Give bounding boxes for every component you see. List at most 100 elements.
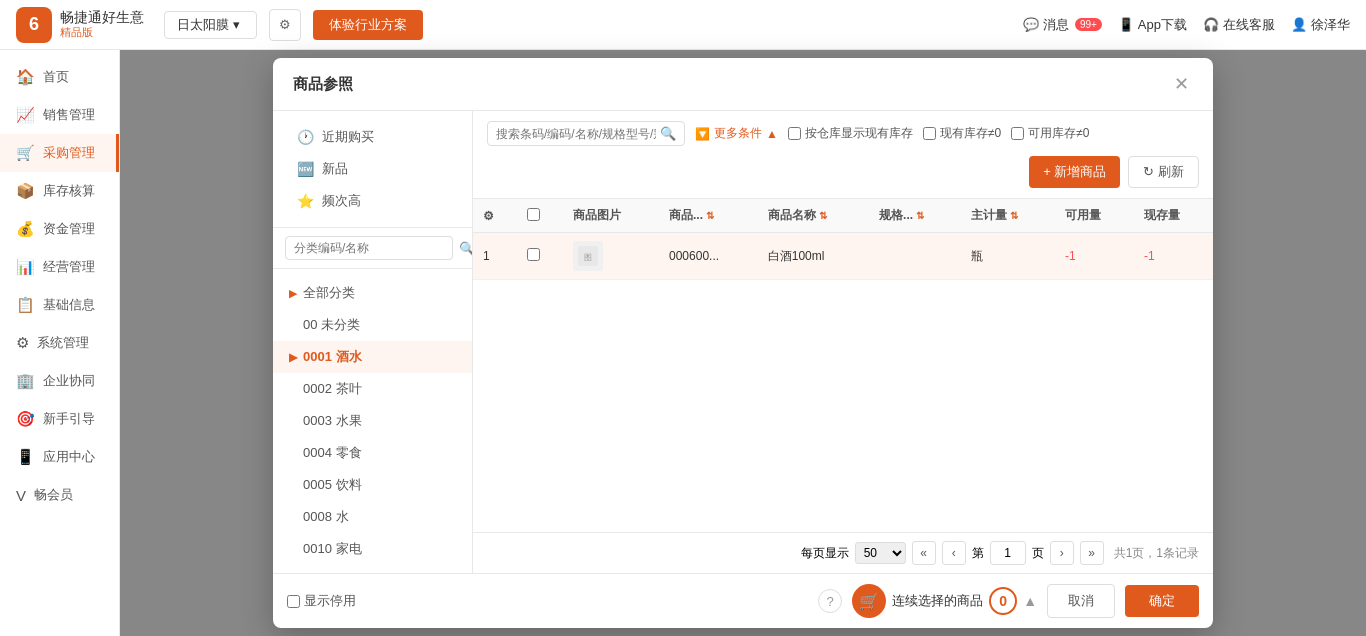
inventory-ne0-checkbox-label[interactable]: 现有库存≠0 (923, 125, 1001, 142)
modal-footer: 显示停用 ? 🛒 连续选择的商品 0 ▲ 取消 确定 (273, 573, 1213, 628)
cancel-button[interactable]: 取消 (1047, 584, 1115, 618)
cat-arrow-active: ▶ (289, 351, 297, 364)
try-industry-button[interactable]: 体验行业方案 (313, 10, 423, 40)
col-spec: 规格...⇅ (869, 199, 961, 233)
sidebar-item-guide[interactable]: 🎯 新手引导 (0, 400, 119, 438)
sales-icon: 📈 (16, 106, 35, 124)
sidebar-item-purchase[interactable]: 🛒 采购管理 (0, 134, 119, 172)
confirm-button[interactable]: 确定 (1125, 585, 1199, 617)
warehouse-display-checkbox-label[interactable]: 按仓库显示现有库存 (788, 125, 913, 142)
settings-button[interactable]: ⚙ (269, 9, 301, 41)
row-checkbox[interactable] (527, 248, 540, 261)
prev-page-button[interactable]: ‹ (942, 541, 966, 565)
sidebar-item-home[interactable]: 🏠 首页 (0, 58, 119, 96)
sidebar-item-enterprise[interactable]: 🏢 企业协同 (0, 362, 119, 400)
sidebar-item-inventory[interactable]: 📦 库存核算 (0, 172, 119, 210)
show-disabled-checkbox[interactable] (287, 595, 300, 608)
sidebar-label: 经营管理 (43, 258, 95, 276)
cat-item-00[interactable]: 00 未分类 (273, 309, 472, 341)
add-product-button[interactable]: + 新增商品 (1029, 156, 1120, 188)
sidebar-item-basic-info[interactable]: 📋 基础信息 (0, 286, 119, 324)
refresh-button[interactable]: ↻ 刷新 (1128, 156, 1199, 188)
category-search-input[interactable] (285, 236, 453, 260)
modal-close-button[interactable]: ✕ (1169, 72, 1193, 96)
cat-arrow: ▶ (289, 287, 297, 300)
cat-item-0010[interactable]: 0010 家电 (273, 533, 472, 565)
select-all-checkbox[interactable] (527, 208, 540, 221)
app-download-nav-item[interactable]: 📱 App下载 (1118, 16, 1187, 34)
sidebar-label: 系统管理 (37, 334, 89, 352)
usable-ne0-checkbox-label[interactable]: 可用库存≠0 (1011, 125, 1089, 142)
collapse-up-icon[interactable]: ▲ (1023, 593, 1037, 609)
col-available: 可用量 (1055, 199, 1134, 233)
pagination: 每页显示 50 10 20 100 « ‹ 第 页 › » (473, 532, 1213, 573)
sidebar-item-operation[interactable]: 📊 经营管理 (0, 248, 119, 286)
cat-item-0001[interactable]: ▶ 0001 酒水 (273, 341, 472, 373)
warehouse-display-checkbox[interactable] (788, 127, 801, 140)
tab-high-frequency[interactable]: ⭐ 频次高 (285, 185, 460, 217)
message-nav-item[interactable]: 💬 消息 99+ (1023, 16, 1102, 34)
star-icon: ⭐ (297, 193, 314, 209)
finance-icon: 💰 (16, 220, 35, 238)
logo-area: 6 畅捷通好生意 精品版 (16, 7, 144, 43)
tab-recent-purchase[interactable]: 🕐 近期购买 (285, 121, 460, 153)
show-disabled-label[interactable]: 显示停用 (287, 592, 356, 610)
message-badge: 99+ (1075, 18, 1102, 31)
sidebar-label: 企业协同 (43, 372, 95, 390)
cat-item-0003[interactable]: 0003 水果 (273, 405, 472, 437)
system-icon: ⚙ (16, 334, 29, 352)
sidebar-label: 资金管理 (43, 220, 95, 238)
cell-name: 白酒100ml (758, 233, 869, 280)
app-center-icon: 📱 (16, 448, 35, 466)
sidebar-label: 库存核算 (43, 182, 95, 200)
online-service-nav-item[interactable]: 🎧 在线客服 (1203, 16, 1275, 34)
product-search-input[interactable] (496, 127, 656, 141)
continuous-select-label: 连续选择的商品 (892, 592, 983, 610)
page-number-input[interactable] (990, 541, 1026, 565)
sidebar-item-finance[interactable]: 💰 资金管理 (0, 210, 119, 248)
sidebar-item-member[interactable]: V 畅会员 (0, 476, 119, 514)
gear-icon: ⚙ (279, 17, 291, 32)
last-page-button[interactable]: » (1080, 541, 1104, 565)
search-icon[interactable]: 🔍 (660, 126, 676, 141)
sidebar-item-sales[interactable]: 📈 销售管理 (0, 96, 119, 134)
user-menu[interactable]: 👤 徐泽华 (1291, 16, 1350, 34)
purchase-icon: 🛒 (16, 144, 35, 162)
toolbar-right: + 新增商品 ↻ 刷新 (1029, 156, 1199, 188)
modal-body: 🕐 近期购买 🆕 新品 ⭐ 频次高 (273, 111, 1213, 573)
operation-icon: 📊 (16, 258, 35, 276)
cell-spec (869, 233, 961, 280)
first-page-button[interactable]: « (912, 541, 936, 565)
cell-checkbox[interactable] (517, 233, 564, 280)
col-name: 商品名称⇅ (758, 199, 869, 233)
cat-item-0008[interactable]: 0008 水 (273, 501, 472, 533)
col-checkbox[interactable] (517, 199, 564, 233)
cat-item-0004[interactable]: 0004 零食 (273, 437, 472, 469)
next-page-button[interactable]: › (1050, 541, 1074, 565)
inventory-ne0-checkbox[interactable] (923, 127, 936, 140)
top-nav: 6 畅捷通好生意 精品版 日太阳膜 ▾ ⚙ 体验行业方案 💬 消息 99+ 📱 … (0, 0, 1366, 50)
usable-ne0-checkbox[interactable] (1011, 127, 1024, 140)
category-list: ▶ 全部分类 00 未分类 ▶ 0001 酒水 0002 茶叶 (273, 269, 472, 573)
page-word: 第 (972, 545, 984, 562)
cat-item-0005[interactable]: 0005 饮料 (273, 469, 472, 501)
sidebar-label: 应用中心 (43, 448, 95, 466)
page-size-select[interactable]: 50 10 20 100 (855, 542, 906, 564)
sidebar-label: 采购管理 (43, 144, 95, 162)
cart-area: 🛒 连续选择的商品 0 ▲ (852, 584, 1037, 618)
col-gear[interactable]: ⚙ (473, 199, 517, 233)
mobile-icon: 📱 (1118, 17, 1134, 32)
message-icon: 💬 (1023, 17, 1039, 32)
cat-item-0002[interactable]: 0002 茶叶 (273, 373, 472, 405)
category-search-icon[interactable]: 🔍 (459, 241, 473, 256)
more-filter-button[interactable]: 🔽 更多条件 ▲ (695, 125, 778, 142)
help-button[interactable]: ? (818, 589, 842, 613)
tab-new-product[interactable]: 🆕 新品 (285, 153, 460, 185)
table-row[interactable]: 1 图 000600... 白酒100ml (473, 233, 1213, 280)
page-size-label: 每页显示 (801, 545, 849, 562)
cat-item-all[interactable]: ▶ 全部分类 (273, 277, 472, 309)
sidebar-item-app-center[interactable]: 📱 应用中心 (0, 438, 119, 476)
sidebar-item-system[interactable]: ⚙ 系统管理 (0, 324, 119, 362)
branch-selector[interactable]: 日太阳膜 ▾ (164, 11, 257, 39)
cell-stock: -1 (1134, 233, 1213, 280)
